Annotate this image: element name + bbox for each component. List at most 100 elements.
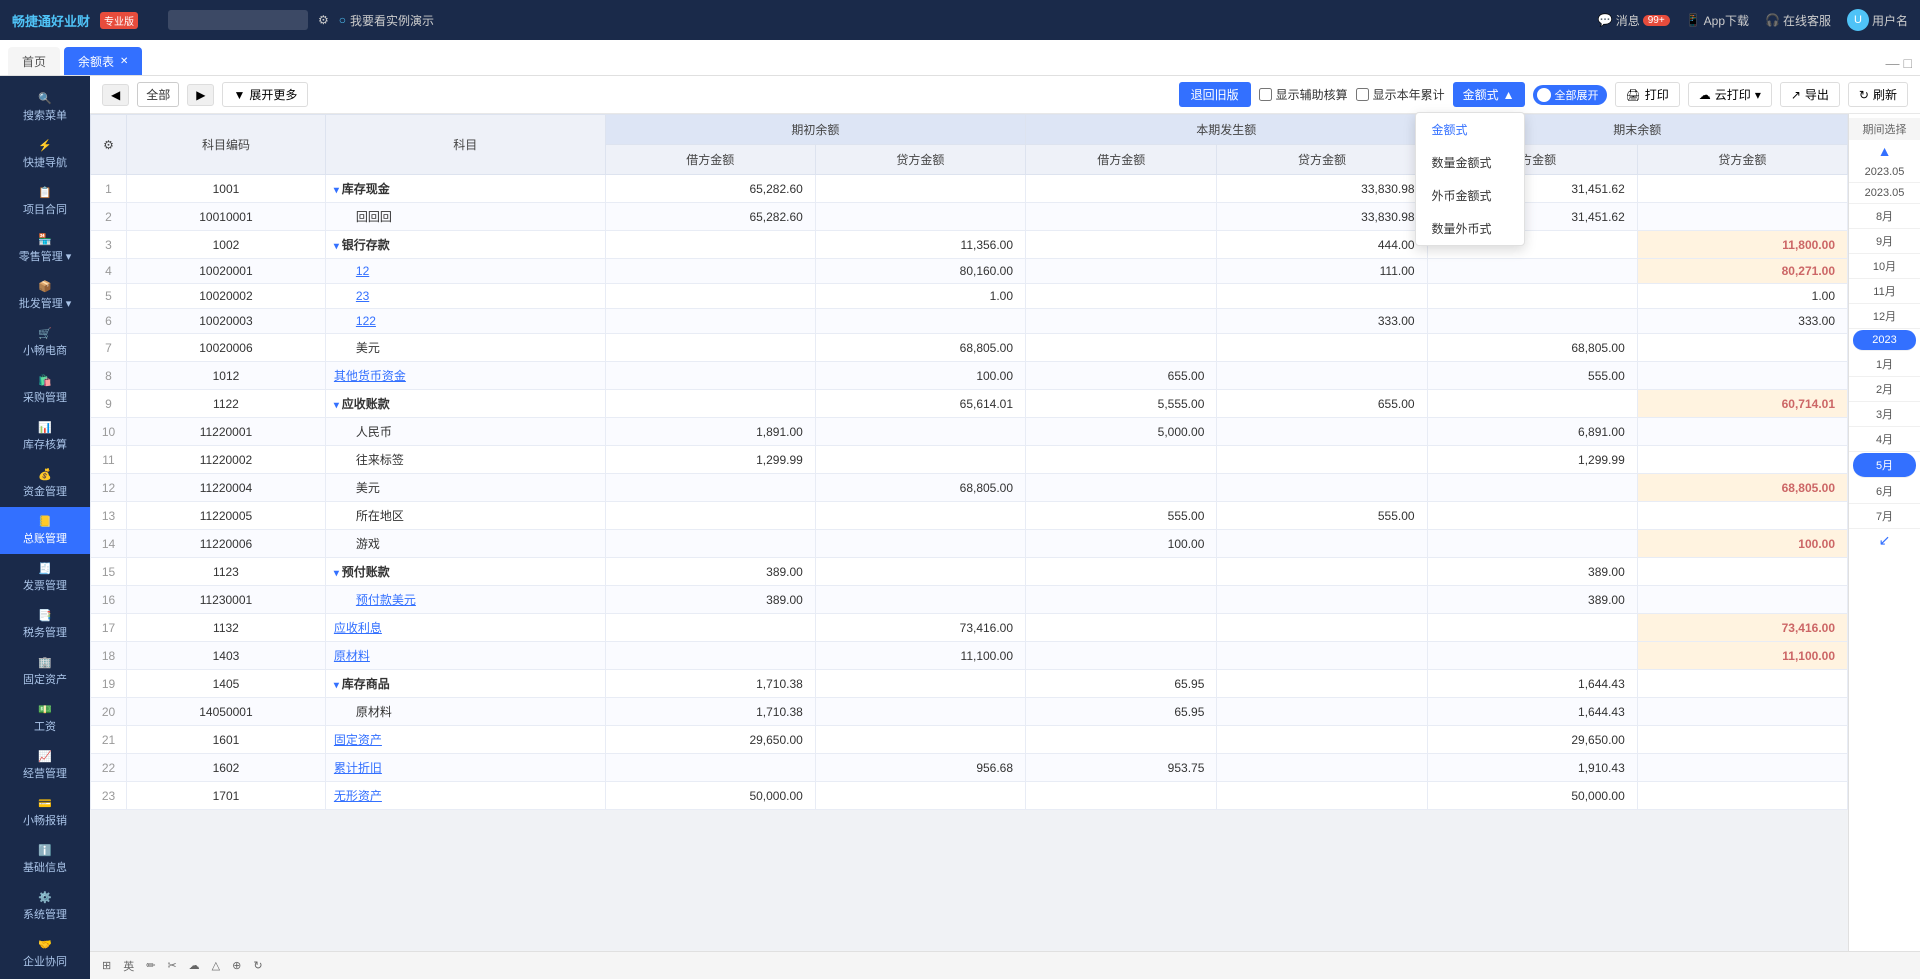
account-name-cell[interactable]: 预付款美元 xyxy=(325,586,605,614)
show-year-input[interactable] xyxy=(1356,88,1369,101)
account-name-cell[interactable]: 累计折旧 xyxy=(325,754,605,782)
sidebar-item-tax[interactable]: 📑 税务管理 xyxy=(0,601,90,648)
tab-home[interactable]: 首页 xyxy=(8,47,60,75)
sidebar-item-project[interactable]: 📋 项目合同 xyxy=(0,178,90,225)
refresh-button[interactable]: ↻ 刷新 xyxy=(1848,82,1908,107)
table-row: 31002▾ 银行存款11,356.00444.0011,800.00 xyxy=(91,231,1848,259)
status-icon-2[interactable]: ✏ xyxy=(146,959,155,972)
th-settings[interactable]: ⚙ xyxy=(91,115,127,175)
sidebar-item-capital[interactable]: 💰 资金管理 xyxy=(0,460,90,507)
account-name-cell[interactable]: 其他货币资金 xyxy=(325,362,605,390)
amount-cell-ps_credit: 1.00 xyxy=(815,284,1025,309)
status-icon-7[interactable]: ↻ xyxy=(253,959,262,972)
account-name-cell[interactable]: 无形资产 xyxy=(325,782,605,810)
sidebar-item-system[interactable]: ⚙️ 系统管理 xyxy=(0,883,90,930)
sidebar-item-enterprise[interactable]: 🤝 企业协同 xyxy=(0,930,90,977)
sidebar-item-operations[interactable]: 📈 经营管理 xyxy=(0,742,90,789)
nav-forward-button[interactable]: ▶ xyxy=(187,84,214,106)
period-item-4[interactable]: 4月 xyxy=(1849,427,1920,452)
period-item-12[interactable]: 12月 xyxy=(1849,304,1920,329)
account-name-cell[interactable]: 固定资产 xyxy=(325,726,605,754)
period-item-10[interactable]: 10月 xyxy=(1849,254,1920,279)
sidebar-item-search[interactable]: 🔍 搜索菜单 xyxy=(0,84,90,131)
tab-yue-biao[interactable]: 余额表 ✕ xyxy=(64,47,142,75)
sidebar-item-quick-nav[interactable]: ⚡ 快捷导航 xyxy=(0,131,90,178)
account-name-cell[interactable]: 应收利息 xyxy=(325,614,605,642)
show-year-checkbox[interactable]: 显示本年累计 xyxy=(1356,86,1445,103)
sidebar-item-purchase[interactable]: 🛍️ 采购管理 xyxy=(0,366,90,413)
sidebar-item-general-ledger[interactable]: 📒 总账管理 xyxy=(0,507,90,554)
account-code-cell: 11220001 xyxy=(127,418,326,446)
settings-gear-icon[interactable]: ⚙ xyxy=(103,138,114,152)
sidebar-item-retail[interactable]: 🏪 零售管理 ▾ xyxy=(0,225,90,272)
tab-close-icon[interactable]: ✕ xyxy=(120,56,128,67)
minimize-icon[interactable]: — xyxy=(1886,55,1900,71)
amount-cell-cur_credit: 655.00 xyxy=(1217,390,1427,418)
online-service[interactable]: 🎧 在线客服 xyxy=(1765,12,1831,29)
show-aux-checkbox[interactable]: 显示辅助核算 xyxy=(1259,86,1348,103)
sidebar-item-invoice[interactable]: 🧾 发票管理 xyxy=(0,554,90,601)
status-lang[interactable]: 英 xyxy=(123,958,134,974)
dropdown-item-jin-e-shi[interactable]: 金额式 xyxy=(1416,113,1524,146)
period-item-2[interactable]: 2月 xyxy=(1849,377,1920,402)
account-name-cell[interactable]: 原材料 xyxy=(325,642,605,670)
expand-all-toggle[interactable]: 全部展开 xyxy=(1533,85,1607,105)
demo-link[interactable]: ○ 我要看实例演示 xyxy=(339,12,434,29)
dropdown-item-shu-liang-wai-bi[interactable]: 数量外币式 xyxy=(1416,212,1524,245)
toggle-circle xyxy=(1537,88,1551,102)
account-name-cell[interactable]: 12 xyxy=(325,259,605,284)
sidebar-item-fixed-assets[interactable]: 🏢 固定资产 xyxy=(0,648,90,695)
period-item-9[interactable]: 9月 xyxy=(1849,229,1920,254)
period-item-11[interactable]: 11月 xyxy=(1849,279,1920,304)
app-download[interactable]: 📱 App下载 xyxy=(1686,12,1749,29)
top-bar-search-input[interactable] xyxy=(168,10,308,30)
cloud-print-button[interactable]: ☁ 云打印 ▾ xyxy=(1688,82,1772,107)
status-icon-6[interactable]: ⊕ xyxy=(232,959,241,972)
period-nav-down: ↙ xyxy=(1849,529,1920,552)
export-button[interactable]: ↗ 导出 xyxy=(1780,82,1840,107)
nav-back-button[interactable]: ◀ xyxy=(102,84,129,106)
period-down-icon[interactable]: ↙ xyxy=(1879,532,1891,549)
status-icon-1[interactable]: ⊞ xyxy=(102,959,111,972)
sidebar-item-expense[interactable]: 💳 小畅报销 xyxy=(0,789,90,836)
amount-mode-button[interactable]: 金额式 ▲ xyxy=(1453,82,1525,107)
period-item-5[interactable]: 5月 xyxy=(1853,453,1916,478)
period-item-7[interactable]: 7月 xyxy=(1849,504,1920,529)
period-item-2023-05-2[interactable]: 2023.05 xyxy=(1849,183,1920,204)
expand-more-button[interactable]: ▼ 展开更多 xyxy=(222,82,308,107)
amount-cell-ps_debit xyxy=(605,309,815,334)
period-item-1[interactable]: 1月 xyxy=(1849,352,1920,377)
user-area[interactable]: U 用户名 xyxy=(1847,9,1908,31)
sidebar-item-ecom[interactable]: 🛒 小畅电商 xyxy=(0,319,90,366)
status-icon-5[interactable]: △ xyxy=(212,959,220,972)
maximize-icon[interactable]: □ xyxy=(1904,55,1912,71)
show-aux-input[interactable] xyxy=(1259,88,1272,101)
sidebar-item-wholesale[interactable]: 📦 批发管理 ▾ xyxy=(0,272,90,319)
all-filter-btn[interactable]: 全部 xyxy=(137,82,179,107)
amount-cell-ps_credit: 65,614.01 xyxy=(815,390,1025,418)
message-area[interactable]: 💬 消息 99+ xyxy=(1598,12,1670,29)
sidebar-item-basic-info[interactable]: ℹ️ 基础信息 xyxy=(0,836,90,883)
expand-icon: ▼ xyxy=(233,88,245,102)
account-name-cell[interactable]: 122 xyxy=(325,309,605,334)
dropdown-item-wai-bi-jin-e[interactable]: 外币金额式 xyxy=(1416,179,1524,212)
status-icon-4[interactable]: ☁ xyxy=(189,959,200,972)
print-button[interactable]: 🖨 打印 xyxy=(1615,82,1680,107)
period-item-3[interactable]: 3月 xyxy=(1849,402,1920,427)
status-icon-3[interactable]: ✂ xyxy=(167,959,176,972)
period-item-2023-05-1[interactable]: 2023.05 xyxy=(1849,162,1920,183)
amount-cell-pe_credit xyxy=(1637,502,1847,530)
period-item-8[interactable]: 8月 xyxy=(1849,204,1920,229)
sidebar-item-payroll[interactable]: 💵 工资 xyxy=(0,695,90,742)
sidebar-item-inventory[interactable]: 📊 库存核算 xyxy=(0,413,90,460)
period-item-2023[interactable]: 2023 xyxy=(1853,330,1916,351)
table-row: 81012其他货币资金100.00655.00555.00 xyxy=(91,362,1848,390)
period-up-icon[interactable]: ▲ xyxy=(1878,143,1892,159)
account-name-cell[interactable]: 23 xyxy=(325,284,605,309)
table-container[interactable]: ⚙ 科目编码 科目 期初余额 本期发生额 期末余额 借方金额 贷方金额 借方金额… xyxy=(90,114,1848,951)
gear-settings-icon[interactable]: ⚙ xyxy=(318,13,329,27)
return-old-version-button[interactable]: 退回旧版 xyxy=(1179,82,1251,107)
period-item-6[interactable]: 6月 xyxy=(1849,479,1920,504)
status-bar: ⊞ 英 ✏ ✂ ☁ △ ⊕ ↻ xyxy=(90,951,1920,979)
dropdown-item-shu-liang-jin-e[interactable]: 数量金额式 xyxy=(1416,146,1524,179)
